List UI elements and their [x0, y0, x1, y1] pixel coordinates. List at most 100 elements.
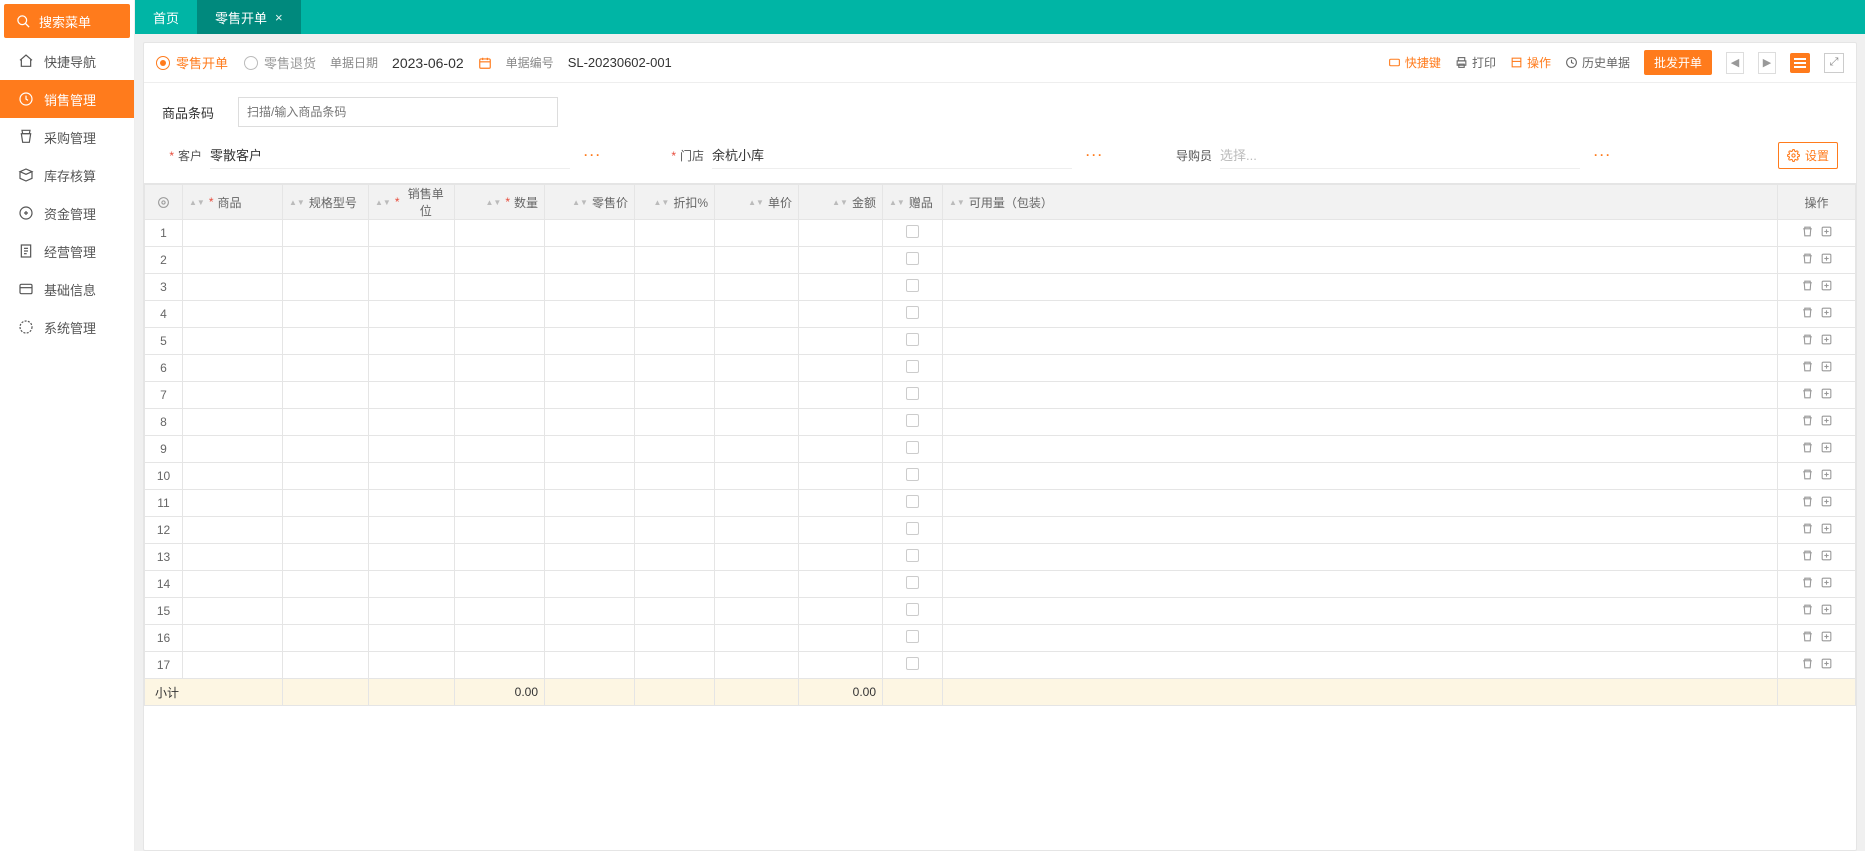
gift-checkbox[interactable]: [906, 576, 919, 589]
cell-gift[interactable]: [883, 274, 943, 301]
cell-spec[interactable]: [283, 409, 369, 436]
guide-more-icon[interactable]: ···: [1588, 148, 1618, 162]
calendar-icon[interactable]: [478, 56, 492, 70]
cell-unit[interactable]: [369, 328, 455, 355]
cell-amount[interactable]: [799, 544, 883, 571]
table-row[interactable]: 9: [145, 436, 1856, 463]
cell-gift[interactable]: [883, 409, 943, 436]
add-row-icon[interactable]: [1820, 549, 1833, 562]
cell-unit[interactable]: [369, 463, 455, 490]
cell-spec[interactable]: [283, 544, 369, 571]
cell-unit[interactable]: [369, 247, 455, 274]
cell-unit-price[interactable]: [715, 652, 799, 679]
cell-spec[interactable]: [283, 382, 369, 409]
cell-unit-price[interactable]: [715, 220, 799, 247]
cell-discount[interactable]: [635, 436, 715, 463]
gift-checkbox[interactable]: [906, 441, 919, 454]
cell-qty[interactable]: [455, 517, 545, 544]
cell-qty[interactable]: [455, 328, 545, 355]
delete-row-icon[interactable]: [1801, 576, 1814, 589]
cell-qty[interactable]: [455, 274, 545, 301]
cell-gift[interactable]: [883, 328, 943, 355]
cell-retail-price[interactable]: [545, 301, 635, 328]
cell-spec[interactable]: [283, 490, 369, 517]
cell-discount[interactable]: [635, 355, 715, 382]
add-row-icon[interactable]: [1820, 576, 1833, 589]
cell-retail-price[interactable]: [545, 490, 635, 517]
delete-row-icon[interactable]: [1801, 414, 1814, 427]
delete-row-icon[interactable]: [1801, 360, 1814, 373]
cell-product[interactable]: [183, 517, 283, 544]
cell-discount[interactable]: [635, 247, 715, 274]
cell-retail-price[interactable]: [545, 382, 635, 409]
delete-row-icon[interactable]: [1801, 252, 1814, 265]
cell-unit[interactable]: [369, 436, 455, 463]
gift-checkbox[interactable]: [906, 225, 919, 238]
cell-amount[interactable]: [799, 517, 883, 544]
cell-spec[interactable]: [283, 571, 369, 598]
cell-unit-price[interactable]: [715, 409, 799, 436]
cell-gift[interactable]: [883, 382, 943, 409]
cell-unit[interactable]: [369, 544, 455, 571]
delete-row-icon[interactable]: [1801, 495, 1814, 508]
cell-amount[interactable]: [799, 220, 883, 247]
cell-product[interactable]: [183, 571, 283, 598]
cell-unit[interactable]: [369, 490, 455, 517]
table-row[interactable]: 17: [145, 652, 1856, 679]
batch-order-button[interactable]: 批发开单: [1644, 50, 1712, 75]
print-link[interactable]: 打印: [1455, 54, 1496, 71]
cell-amount[interactable]: [799, 598, 883, 625]
cell-spec[interactable]: [283, 652, 369, 679]
cell-qty[interactable]: [455, 247, 545, 274]
cell-unit[interactable]: [369, 409, 455, 436]
cell-product[interactable]: [183, 220, 283, 247]
cell-amount[interactable]: [799, 274, 883, 301]
cell-gift[interactable]: [883, 220, 943, 247]
delete-row-icon[interactable]: [1801, 657, 1814, 670]
barcode-input[interactable]: [238, 97, 558, 127]
cell-qty[interactable]: [455, 490, 545, 517]
col-gift[interactable]: ▲▼赠品: [883, 185, 943, 220]
sidebar-item-2[interactable]: 采购管理: [0, 118, 134, 156]
cell-discount[interactable]: [635, 382, 715, 409]
cell-product[interactable]: [183, 274, 283, 301]
delete-row-icon[interactable]: [1801, 306, 1814, 319]
delete-row-icon[interactable]: [1801, 603, 1814, 616]
cell-qty[interactable]: [455, 544, 545, 571]
cell-qty[interactable]: [455, 382, 545, 409]
add-row-icon[interactable]: [1820, 603, 1833, 616]
gift-checkbox[interactable]: [906, 468, 919, 481]
cell-amount[interactable]: [799, 625, 883, 652]
cell-product[interactable]: [183, 544, 283, 571]
gift-checkbox[interactable]: [906, 387, 919, 400]
cell-retail-price[interactable]: [545, 544, 635, 571]
table-row[interactable]: 4: [145, 301, 1856, 328]
col-qty[interactable]: ▲▼*数量: [455, 185, 545, 220]
sidebar-item-6[interactable]: 基础信息: [0, 270, 134, 308]
gift-checkbox[interactable]: [906, 657, 919, 670]
cell-gift[interactable]: [883, 436, 943, 463]
delete-row-icon[interactable]: [1801, 279, 1814, 292]
cell-gift[interactable]: [883, 301, 943, 328]
add-row-icon[interactable]: [1820, 225, 1833, 238]
cell-unit-price[interactable]: [715, 301, 799, 328]
cell-amount[interactable]: [799, 409, 883, 436]
cell-product[interactable]: [183, 301, 283, 328]
cell-qty[interactable]: [455, 436, 545, 463]
cell-spec[interactable]: [283, 463, 369, 490]
gift-checkbox[interactable]: [906, 414, 919, 427]
gift-checkbox[interactable]: [906, 549, 919, 562]
cell-spec[interactable]: [283, 274, 369, 301]
cell-retail-price[interactable]: [545, 220, 635, 247]
operate-link[interactable]: 操作: [1510, 54, 1551, 71]
delete-row-icon[interactable]: [1801, 225, 1814, 238]
cell-discount[interactable]: [635, 490, 715, 517]
cell-spec[interactable]: [283, 355, 369, 382]
gift-checkbox[interactable]: [906, 495, 919, 508]
add-row-icon[interactable]: [1820, 360, 1833, 373]
table-row[interactable]: 14: [145, 571, 1856, 598]
cell-discount[interactable]: [635, 652, 715, 679]
cell-unit[interactable]: [369, 652, 455, 679]
cell-spec[interactable]: [283, 220, 369, 247]
cell-amount[interactable]: [799, 436, 883, 463]
